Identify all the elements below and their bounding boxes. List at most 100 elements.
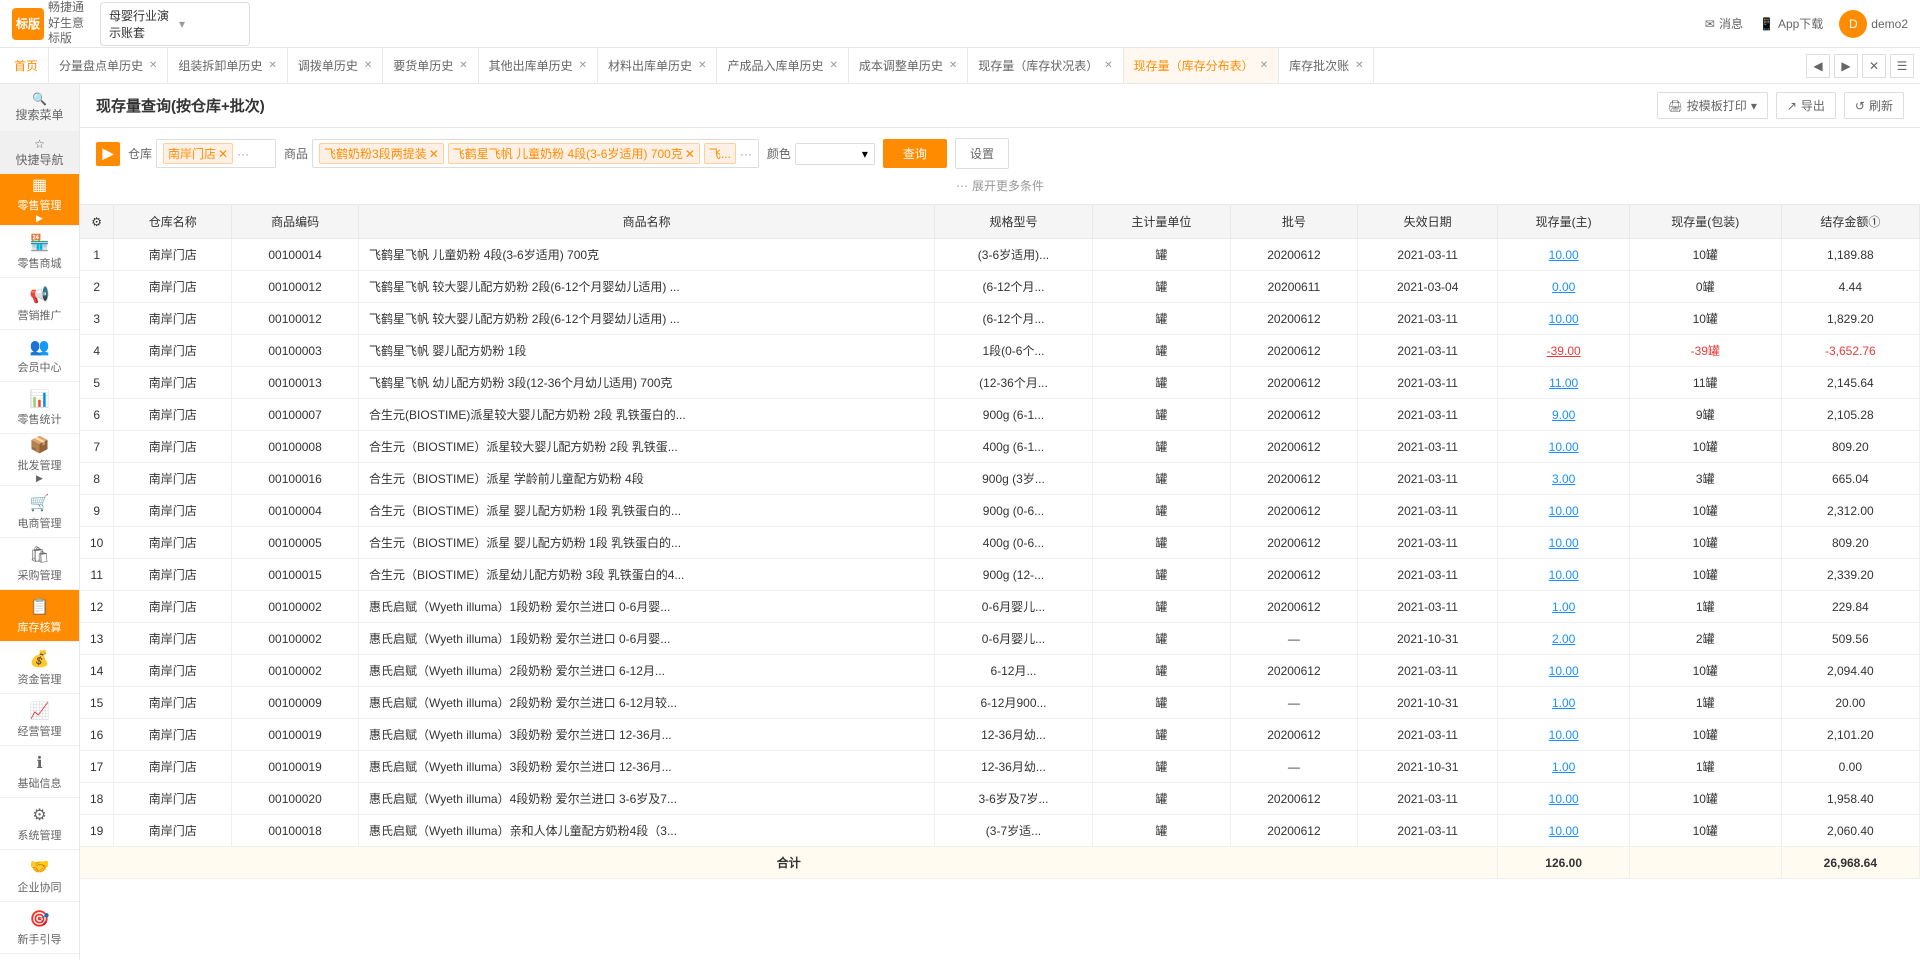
tab-close-icon[interactable]: ✕ xyxy=(698,60,706,71)
table-row: 2南岸门店00100012飞鹤星飞帆 较大婴儿配方奶粉 2段(6-12个月婴幼儿… xyxy=(80,271,1920,303)
sidebar-item-marketing[interactable]: 📢 营销推广 xyxy=(0,278,79,330)
qty-main-cell[interactable]: 10.00 xyxy=(1498,495,1629,527)
page-header: 现存量查询(按仓库+批次) 🖨 按模板打印 ▾ ↗ 导出 ↺ 刷新 xyxy=(80,84,1920,128)
tab-close-icon[interactable]: ✕ xyxy=(1355,60,1363,71)
qty-main-cell[interactable]: 9.00 xyxy=(1498,399,1629,431)
sidebar-item-retail-stats[interactable]: 📊 零售统计 xyxy=(0,382,79,434)
sidebar-search[interactable]: 🔍 搜索菜单 xyxy=(0,84,79,131)
tag-close-icon[interactable]: ✕ xyxy=(218,147,228,161)
row-index: 14 xyxy=(80,655,114,687)
row-index: 19 xyxy=(80,815,114,847)
code-cell: 00100013 xyxy=(232,367,359,399)
qty-main-cell[interactable]: 10.00 xyxy=(1498,815,1629,847)
tab-requisition-history[interactable]: 要货单历史 ✕ xyxy=(383,48,478,84)
tab-split-history[interactable]: 分量盘点单历史 ✕ xyxy=(49,48,168,84)
tab-close-icon[interactable]: ✕ xyxy=(579,60,587,71)
sidebar-item-finance-mgmt[interactable]: 💰 资金管理 xyxy=(0,642,79,694)
qty-main-cell[interactable]: 10.00 xyxy=(1498,527,1629,559)
filter-more-icon[interactable]: ··· xyxy=(237,147,249,161)
app-download-btn[interactable]: 📱 App下载 xyxy=(1759,15,1823,32)
sidebar-item-retail-mgmt[interactable]: ▦ 零售管理 ▶ xyxy=(0,174,79,226)
qty-main-cell[interactable]: 10.00 xyxy=(1498,303,1629,335)
tag-close-icon[interactable]: ✕ xyxy=(429,147,439,161)
qty-main-cell[interactable]: 10.00 xyxy=(1498,719,1629,751)
qty-main-cell[interactable]: 10.00 xyxy=(1498,431,1629,463)
tab-close-icon[interactable]: ✕ xyxy=(364,60,372,71)
product-filter-tags[interactable]: 飞鹤奶粉3段两提装 ✕ 飞鹤星飞帆 儿童奶粉 4段(3-6岁适用) 700克 ✕… xyxy=(312,139,759,168)
user-profile[interactable]: D demo2 xyxy=(1839,10,1908,38)
spec-cell: (3-7岁适... xyxy=(935,815,1093,847)
tab-home[interactable]: 首页 xyxy=(4,48,49,84)
filter-area: ▶ 仓库 南岸门店 ✕ ··· 商品 飞鹤奶粉3段两提 xyxy=(80,128,1920,205)
print-btn[interactable]: 🖨 按模板打印 ▾ xyxy=(1657,92,1768,119)
filter-expand-btn[interactable]: ▶ xyxy=(96,142,120,166)
batch-cell: 20200612 xyxy=(1230,591,1357,623)
tab-close-icon[interactable]: ✕ xyxy=(149,60,157,71)
sidebar-item-system-mgmt[interactable]: ⚙ 系统管理 xyxy=(0,798,79,850)
spec-cell: 400g (0-6... xyxy=(935,527,1093,559)
qty-main-cell[interactable]: 0.00 xyxy=(1498,271,1629,303)
sidebar-quick-nav[interactable]: ☆ 快捷导航 xyxy=(0,131,79,174)
sidebar-item-member-center[interactable]: 👥 会员中心 xyxy=(0,330,79,382)
tab-close-icon[interactable]: ✕ xyxy=(459,60,467,71)
sidebar-item-operations-mgmt[interactable]: 📈 经营管理 xyxy=(0,694,79,746)
qty-main-cell[interactable]: 2.00 xyxy=(1498,623,1629,655)
qty-main-cell[interactable]: 10.00 xyxy=(1498,559,1629,591)
filter-expand-more-btn[interactable]: ⋯ 展开更多条件 xyxy=(96,177,1904,194)
tab-cost-adjust-history[interactable]: 成本调整单历史 ✕ xyxy=(849,48,968,84)
warehouse-filter-tags[interactable]: 南岸门店 ✕ ··· xyxy=(156,139,276,168)
qty-main-cell[interactable]: 10.00 xyxy=(1498,239,1629,271)
warehouse-cell: 南岸门店 xyxy=(114,335,232,367)
tab-disassemble-history[interactable]: 组装拆卸单历史 ✕ xyxy=(168,48,287,84)
code-cell: 00100002 xyxy=(232,623,359,655)
export-btn[interactable]: ↗ 导出 xyxy=(1776,92,1836,119)
tab-close-icon[interactable]: ✕ xyxy=(268,60,276,71)
tab-product-in-history[interactable]: 产成品入库单历史 ✕ xyxy=(717,48,848,84)
tab-other-out-history[interactable]: 其他出库单历史 ✕ xyxy=(479,48,598,84)
product-filter-more-icon[interactable]: ··· xyxy=(740,147,752,161)
tab-prev-btn[interactable]: ◀ xyxy=(1806,54,1830,78)
tab-close-icon[interactable]: ✕ xyxy=(949,60,957,71)
tab-pick-history[interactable]: 调拨单历史 ✕ xyxy=(288,48,383,84)
unit-cell: 罐 xyxy=(1092,431,1230,463)
tab-close-icon[interactable]: ✕ xyxy=(1104,60,1112,71)
sidebar-item-basic-info[interactable]: ℹ 基础信息 xyxy=(0,746,79,798)
warehouse-selector[interactable]: 母婴行业演示账套 ▾ xyxy=(100,2,250,46)
sidebar-item-ecommerce[interactable]: 🛒 电商管理 xyxy=(0,486,79,538)
qty-main-cell[interactable]: 3.00 xyxy=(1498,463,1629,495)
tab-batch-voucher[interactable]: 库存批次账 ✕ xyxy=(1279,48,1374,84)
qty-main-cell[interactable]: 10.00 xyxy=(1498,655,1629,687)
color-filter-input[interactable]: ▾ xyxy=(795,143,875,165)
qty-main-cell[interactable]: 10.00 xyxy=(1498,783,1629,815)
tab-material-out-history[interactable]: 材料出库单历史 ✕ xyxy=(598,48,717,84)
sidebar-item-purchase-mgmt[interactable]: 🛍 采购管理 xyxy=(0,538,79,590)
unit-cell: 罐 xyxy=(1092,271,1230,303)
tab-inventory-status[interactable]: 现存量（库存状况表） ✕ xyxy=(968,48,1123,84)
sidebar-item-new-guide[interactable]: 🎯 新手引导 xyxy=(0,902,79,954)
sidebar-item-enterprise-coop[interactable]: 🤝 企业协同 xyxy=(0,850,79,902)
tab-close-icon[interactable]: ✕ xyxy=(1260,60,1268,71)
tab-inventory-dist[interactable]: 现存量（库存分布表） ✕ xyxy=(1124,48,1279,84)
qty-main-cell[interactable]: 11.00 xyxy=(1498,367,1629,399)
name-cell: 飞鹤星飞帆 较大婴儿配方奶粉 2段(6-12个月婴幼儿适用) ... xyxy=(359,271,935,303)
tag-close-icon[interactable]: ✕ xyxy=(685,147,695,161)
tab-next-btn[interactable]: ▶ xyxy=(1834,54,1858,78)
qty-main-cell[interactable]: 1.00 xyxy=(1498,751,1629,783)
refresh-btn[interactable]: ↺ 刷新 xyxy=(1844,92,1904,119)
message-btn[interactable]: ✉ 消息 xyxy=(1705,15,1743,32)
settings-btn[interactable]: 设置 xyxy=(955,138,1009,169)
system-icon: ⚙ xyxy=(32,805,46,825)
tab-menu-btn[interactable]: ☰ xyxy=(1890,54,1914,78)
sidebar-item-retail-store[interactable]: 🏪 零售商城 xyxy=(0,226,79,278)
sidebar-item-inventory-check[interactable]: 📋 库存核算 xyxy=(0,590,79,642)
tab-close-all-btn[interactable]: ✕ xyxy=(1862,54,1886,78)
chevron-down-icon: ▾ xyxy=(862,147,868,161)
qty-main-cell[interactable]: -39.00 xyxy=(1498,335,1629,367)
sidebar-item-app-center[interactable]: 📱 应用中心 xyxy=(0,954,79,960)
amount-cell: 0.00 xyxy=(1781,751,1919,783)
tab-close-icon[interactable]: ✕ xyxy=(829,60,837,71)
query-btn[interactable]: 查询 xyxy=(883,139,947,168)
qty-main-cell[interactable]: 1.00 xyxy=(1498,687,1629,719)
sidebar-item-wholesale-mgmt[interactable]: 📦 批发管理 ▶ xyxy=(0,434,79,486)
qty-main-cell[interactable]: 1.00 xyxy=(1498,591,1629,623)
